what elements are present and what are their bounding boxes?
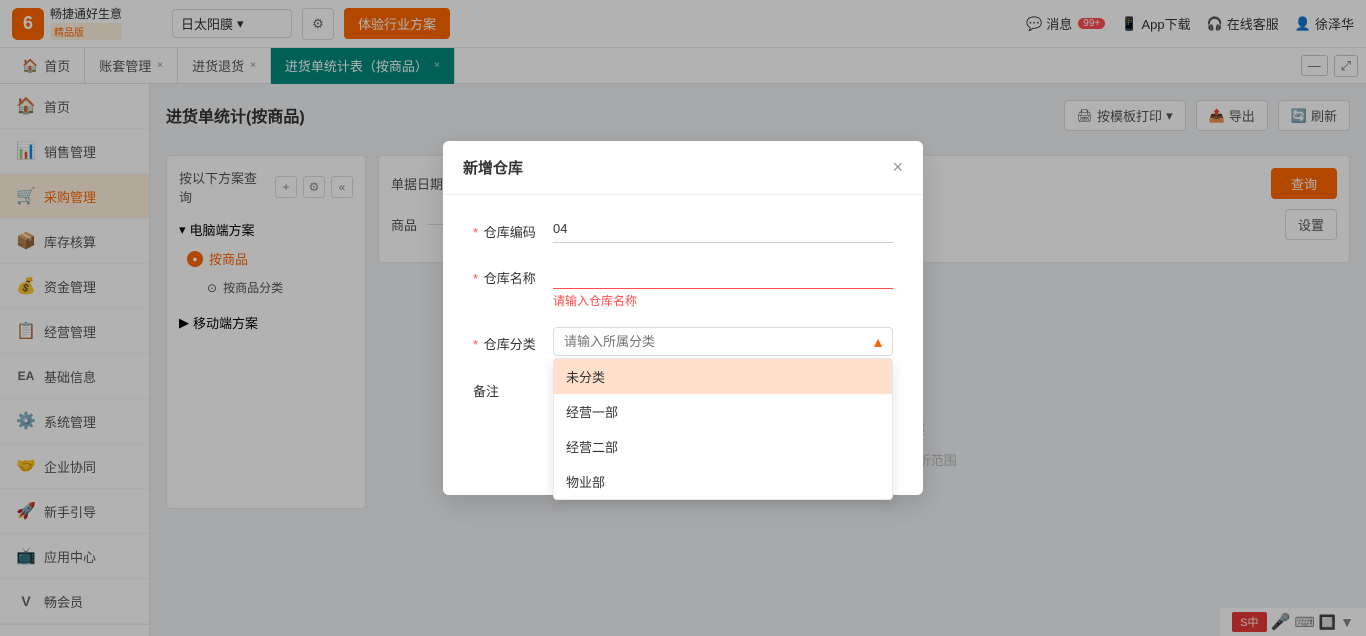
note-label: 备注 (473, 374, 553, 400)
code-label: * 仓库编码 (473, 215, 553, 241)
modal-header: 新增仓库 × (443, 141, 923, 195)
dropdown-item-uncategorized[interactable]: 未分类 (554, 359, 892, 394)
name-label: * 仓库名称 (473, 261, 553, 287)
code-input[interactable] (553, 215, 893, 243)
new-warehouse-modal: 新增仓库 × * 仓库编码 * 仓库名称 (443, 141, 923, 495)
modal-title: 新增仓库 (463, 157, 523, 178)
code-input-wrap (553, 215, 893, 243)
form-row-category: * 仓库分类 ▲ 未分类 经营一部 经营二部 物业部 (473, 327, 893, 356)
form-row-code: * 仓库编码 (473, 215, 893, 243)
category-select-wrap: ▲ 未分类 经营一部 经营二部 物业部 (553, 327, 893, 356)
modal-body: * 仓库编码 * 仓库名称 请输入仓库名称 (443, 195, 923, 440)
warehouse-name-input[interactable] (553, 261, 893, 289)
dropdown-item-dept3[interactable]: 物业部 (554, 464, 892, 499)
dropdown-item-dept2[interactable]: 经营二部 (554, 429, 892, 464)
form-row-name: * 仓库名称 请输入仓库名称 (473, 261, 893, 309)
category-dropdown: 未分类 经营一部 经营二部 物业部 (553, 358, 893, 500)
dropdown-item-dept1[interactable]: 经营一部 (554, 394, 892, 429)
modal-close-button[interactable]: × (892, 157, 903, 178)
category-label: * 仓库分类 (473, 327, 553, 353)
modal-overlay[interactable]: 新增仓库 × * 仓库编码 * 仓库名称 (0, 0, 1366, 636)
category-chevron-up-icon[interactable]: ▲ (871, 334, 885, 350)
category-input[interactable] (553, 327, 893, 356)
name-error-message: 请输入仓库名称 (553, 292, 893, 309)
name-input-wrap: 请输入仓库名称 (553, 261, 893, 309)
